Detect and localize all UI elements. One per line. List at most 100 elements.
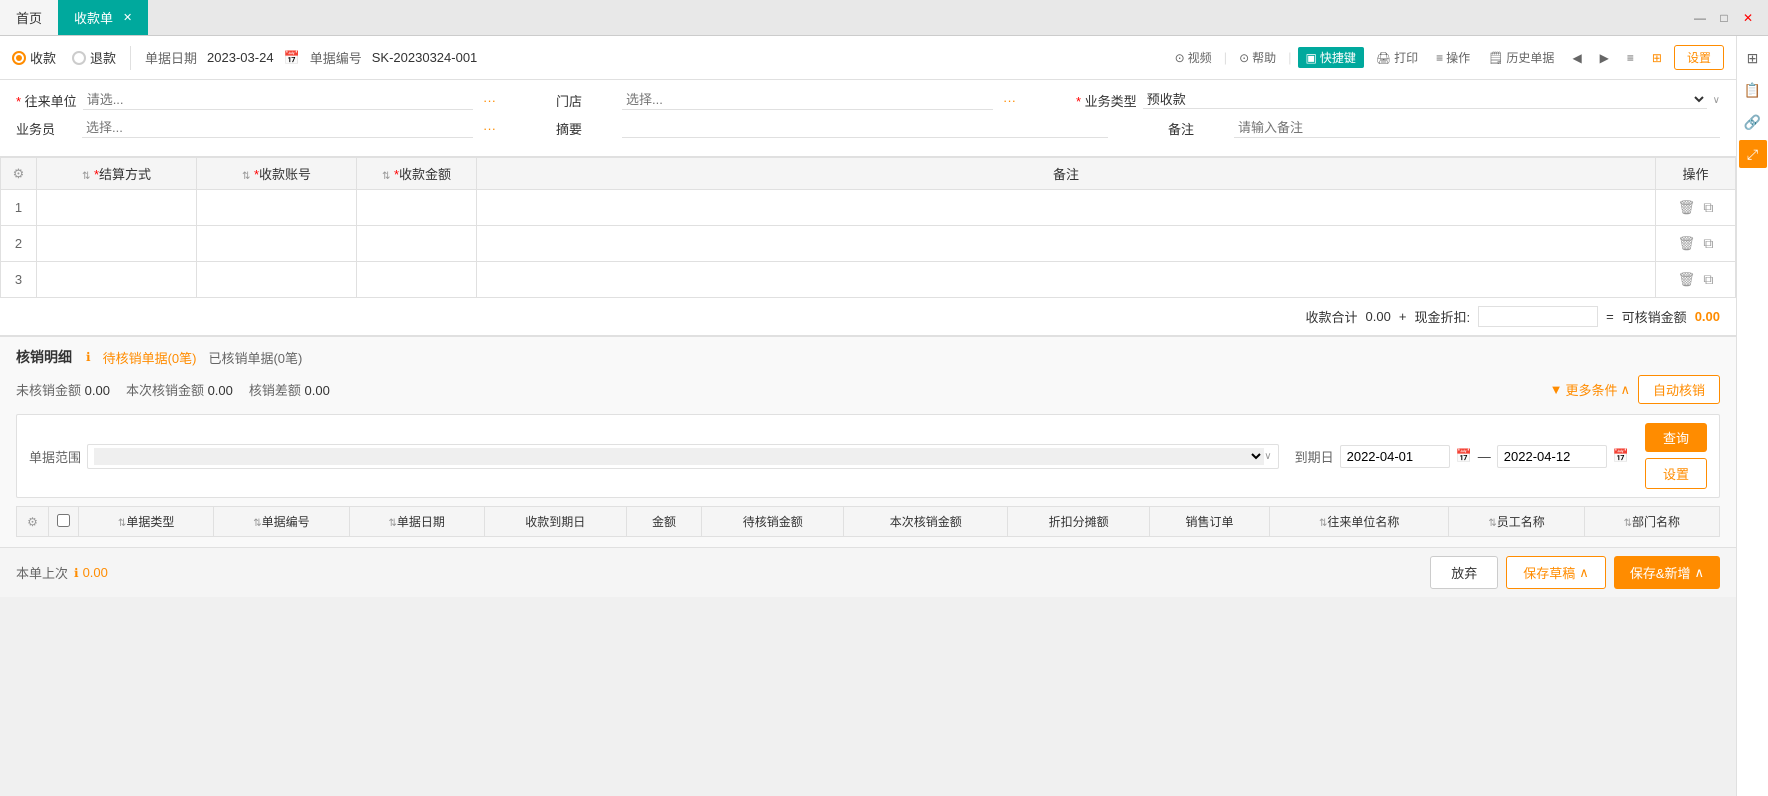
hx-col-checkbox xyxy=(49,507,79,537)
business-type-arrow[interactable]: ∨ xyxy=(1713,95,1720,106)
row-3-account[interactable] xyxy=(197,262,357,298)
operate-btn[interactable]: ≡ 操作 xyxy=(1430,47,1476,68)
calendar-icon[interactable]: 📅 xyxy=(284,50,300,66)
hx-select-all-checkbox[interactable] xyxy=(57,514,70,527)
row-2-settlement[interactable] xyxy=(37,226,197,262)
hx-header: 核销明细 ℹ 待核销单据(0笔) 已核销单据(0笔) xyxy=(16,347,1720,367)
counterpart-more-icon[interactable]: ··· xyxy=(483,93,496,108)
row-2-amount[interactable] xyxy=(357,226,477,262)
sidebar-table-icon[interactable]: ⊞ xyxy=(1739,44,1767,72)
tab-receipt[interactable]: 收款单 ✕ xyxy=(58,0,148,35)
store-more-icon[interactable]: ··· xyxy=(1003,93,1016,108)
auto-hx-button[interactable]: 自动核销 xyxy=(1638,375,1720,404)
footer-info-icon[interactable]: ℹ xyxy=(74,566,79,580)
col-remark-header: 备注 xyxy=(477,158,1656,190)
prev-btn[interactable]: ◀ xyxy=(1566,49,1587,67)
minimize-button[interactable]: — xyxy=(1692,10,1708,26)
bill-range-label: 单据范围 xyxy=(29,447,81,466)
row-2-remark[interactable] xyxy=(477,226,1656,262)
sidebar-doc-icon[interactable]: 📋 xyxy=(1739,76,1767,104)
hx-setting-button[interactable]: 设置 xyxy=(1645,458,1707,489)
next-btn[interactable]: ▶ xyxy=(1594,49,1615,67)
row-1-copy-icon[interactable]: ⧉ xyxy=(1703,199,1713,216)
close-button[interactable]: ✕ xyxy=(1740,10,1756,26)
row-3-delete-icon[interactable]: 🗑 xyxy=(1678,271,1696,288)
row-1-account[interactable] xyxy=(197,190,357,226)
right-sidebar: ⊞ 📋 🔗 ⤢ xyxy=(1736,36,1768,796)
discount-input[interactable] xyxy=(1478,306,1598,327)
sidebar-link-icon[interactable]: 🔗 xyxy=(1739,108,1767,136)
row-2-copy-icon[interactable]: ⧉ xyxy=(1703,235,1713,252)
row-3-copy-icon[interactable]: ⧉ xyxy=(1703,271,1713,288)
row-1-delete-icon[interactable]: 🗑 xyxy=(1678,199,1696,216)
radio-refund[interactable]: 退款 xyxy=(72,48,116,67)
save-draft-button[interactable]: 保存草稿 ∧ xyxy=(1506,556,1606,589)
tab-close-icon[interactable]: ✕ xyxy=(123,11,132,24)
tab-home[interactable]: 首页 xyxy=(0,0,58,35)
date-to-input[interactable] xyxy=(1497,445,1607,468)
row-2-actions: 🗑 ⧉ xyxy=(1664,235,1727,252)
grid-view-btn[interactable]: ⊞ xyxy=(1646,49,1668,67)
date-from-input[interactable] xyxy=(1340,445,1450,468)
sidebar-expand-icon[interactable]: ⤢ xyxy=(1739,140,1767,168)
business-type-select-wrap: 预收款 xyxy=(1143,91,1707,109)
table-settings-icon[interactable]: ⚙ xyxy=(13,166,25,181)
bill-range-arrow[interactable]: ∨ xyxy=(1264,451,1271,462)
remark-input[interactable] xyxy=(1234,118,1720,138)
salesperson-input[interactable] xyxy=(82,118,473,138)
bill-range-select-wrap: ∨ xyxy=(87,444,1279,469)
bill-range-field: 单据范围 ∨ xyxy=(29,444,1279,469)
store-input[interactable] xyxy=(622,90,993,110)
save-new-button[interactable]: 保存&新增 ∧ xyxy=(1614,556,1720,589)
bill-no-label: 单据编号 xyxy=(310,48,362,67)
help-btn[interactable]: ⊙ 帮助 xyxy=(1233,47,1282,68)
hx-col-dept: ⇅部门名称 xyxy=(1584,507,1719,537)
hx-table-settings-icon[interactable]: ⚙ xyxy=(27,515,38,529)
receipt-type-group: 收款 退款 xyxy=(12,48,116,67)
hx-tab-pending[interactable]: 待核销单据(0笔) xyxy=(103,348,197,367)
video-btn[interactable]: ⊙ 视频 xyxy=(1169,47,1218,68)
hx-form-btns: 查询 设置 xyxy=(1645,423,1707,489)
bill-date-value: 2023-03-24 xyxy=(207,50,274,65)
hx-tab-completed[interactable]: 已核销单据(0笔) xyxy=(208,348,302,367)
bill-limit-label: 本单上次 xyxy=(16,563,68,582)
row-2-account[interactable] xyxy=(197,226,357,262)
row-1-settlement[interactable] xyxy=(37,190,197,226)
history-btn[interactable]: 🗒 历史单据 xyxy=(1482,47,1560,68)
row-2-num: 2 xyxy=(1,226,37,262)
radio-receipt[interactable]: 收款 xyxy=(12,48,56,67)
row-1-amount[interactable] xyxy=(357,190,477,226)
more-filter-btn[interactable]: ▼ 更多条件 ∧ xyxy=(1550,380,1630,399)
hx-col-discount: 折扣分摊额 xyxy=(1008,507,1150,537)
setting-button[interactable]: 设置 xyxy=(1674,45,1724,70)
list-view-btn[interactable]: ≡ xyxy=(1621,49,1640,67)
hx-col-counterpart: ⇅往来单位名称 xyxy=(1269,507,1448,537)
hx-col-settings: ⚙ xyxy=(17,507,49,537)
toolbar: 收款 退款 单据日期 2023-03-24 📅 单据编号 SK-20230324… xyxy=(0,36,1736,80)
hx-col-bill-type: ⇅单据类型 xyxy=(79,507,214,537)
counterpart-input[interactable] xyxy=(83,90,473,110)
bill-range-select[interactable] xyxy=(94,448,1264,465)
bill-no-value: SK-20230324-001 xyxy=(372,50,478,65)
row-3-remark[interactable] xyxy=(477,262,1656,298)
hx-diff-label: 核销差额 0.00 xyxy=(249,380,330,399)
summary-input[interactable] xyxy=(622,118,1108,138)
shortcut-btn[interactable]: ▣ 快捷键 xyxy=(1298,47,1364,68)
row-2-delete-icon[interactable]: 🗑 xyxy=(1678,235,1696,252)
hx-filter-row: ▼ 更多条件 ∧ 自动核销 xyxy=(1550,375,1720,404)
row-3-amount[interactable] xyxy=(357,262,477,298)
maximize-button[interactable]: □ xyxy=(1716,10,1732,26)
print-btn[interactable]: 🖨 打印 xyxy=(1370,47,1424,68)
salesperson-more-icon[interactable]: ··· xyxy=(483,121,496,136)
query-button[interactable]: 查询 xyxy=(1645,423,1707,452)
row-1-remark[interactable] xyxy=(477,190,1656,226)
row-3-settlement[interactable] xyxy=(37,262,197,298)
tab-bar: 首页 收款单 ✕ — □ ✕ xyxy=(0,0,1768,36)
date-to-calendar-icon[interactable]: 📅 xyxy=(1613,448,1629,464)
business-type-select[interactable]: 预收款 xyxy=(1143,91,1707,108)
hx-info-icon[interactable]: ℹ xyxy=(86,350,91,364)
table-row: 2 🗑 ⧉ xyxy=(1,226,1736,262)
abandon-button[interactable]: 放弃 xyxy=(1430,556,1498,589)
date-from-calendar-icon[interactable]: 📅 xyxy=(1456,448,1472,464)
hx-col-due-date: 收款到期日 xyxy=(484,507,626,537)
